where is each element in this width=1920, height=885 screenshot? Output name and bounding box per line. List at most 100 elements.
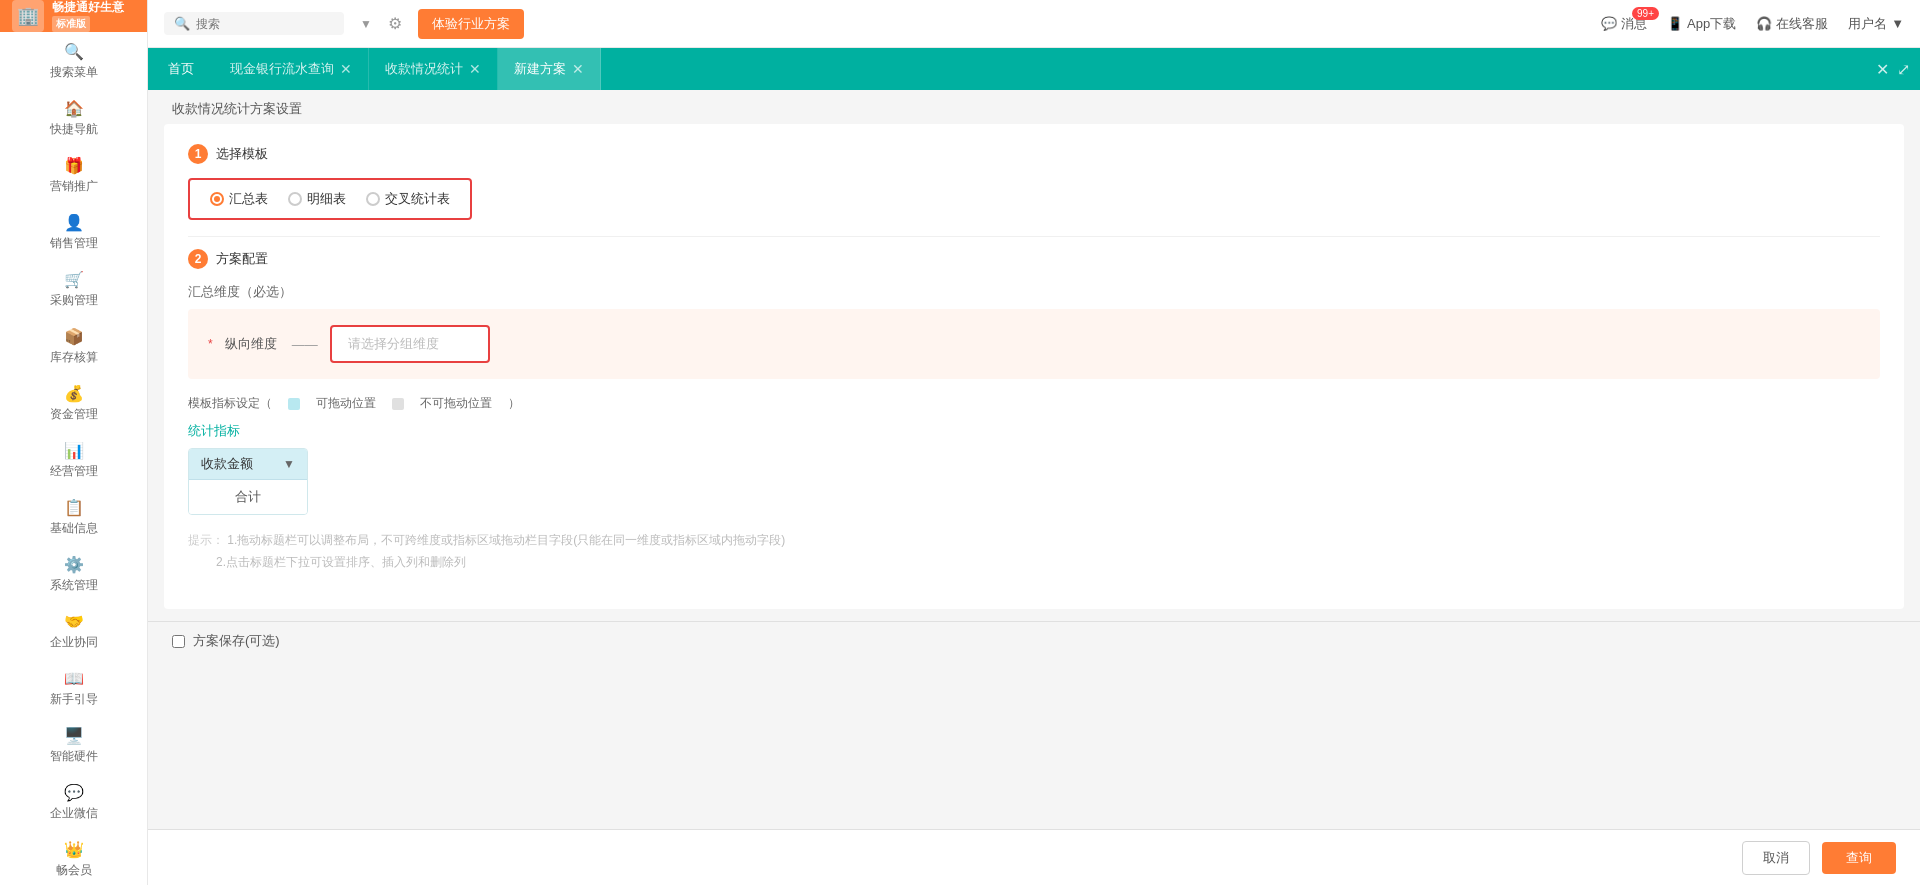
step1-section: 1 选择模板 汇总表 明细表 xyxy=(188,144,1880,220)
logo-text: 畅捷通好生意 xyxy=(52,0,124,14)
tab-bank-flow[interactable]: 现金银行流水查询 ✕ xyxy=(214,48,369,90)
sidebar-item-label: 企业协同 xyxy=(50,634,98,651)
user-name: 用户名 xyxy=(1848,15,1887,33)
sidebar-item-marketing[interactable]: 🎁 营销推广 xyxy=(0,146,147,203)
expand-icon[interactable]: ⤢ xyxy=(1897,60,1910,79)
tab-home-label: 首页 xyxy=(168,60,194,78)
dim-arrow: —— xyxy=(292,337,318,352)
tab-home[interactable]: 首页 xyxy=(148,48,214,90)
tab-new-plan-label: 新建方案 xyxy=(514,60,566,78)
sidebar-item-cooperation[interactable]: 🤝 企业协同 xyxy=(0,602,147,659)
fixed-legend-dot xyxy=(392,398,404,410)
nav-tabs: 首页 现金银行流水查询 ✕ 收款情况统计 ✕ 新建方案 ✕ ✕ ⤢ xyxy=(148,48,1920,90)
sidebar-item-label: 新手引导 xyxy=(50,691,98,708)
metrics-cell: 合计 xyxy=(189,480,307,514)
message-icon: 💬 xyxy=(1601,16,1617,31)
sidebar-item-label: 畅会员 xyxy=(56,862,92,879)
download-label: App下载 xyxy=(1687,15,1736,33)
sidebar-item-search-menu[interactable]: 🔍 搜索菜单 xyxy=(0,32,147,89)
cooperation-icon: 🤝 xyxy=(64,612,84,631)
sidebar-item-purchase[interactable]: 🛒 采购管理 xyxy=(0,260,147,317)
draggable-legend-dot xyxy=(288,398,300,410)
download-icon: 📱 xyxy=(1667,16,1683,31)
message-item[interactable]: 💬 消息 99+ xyxy=(1601,15,1647,33)
dimension-area: * 纵向维度 —— 请选择分组维度 xyxy=(188,309,1880,379)
sidebar-item-label: 采购管理 xyxy=(50,292,98,309)
user-caret-icon: ▼ xyxy=(1891,16,1904,31)
sidebar-item-label: 搜索菜单 xyxy=(50,64,98,81)
sidebar-item-member[interactable]: 👑 畅会员 xyxy=(0,830,147,885)
sidebar-logo: 🏢 畅捷通好生意 标准版 xyxy=(0,0,147,32)
sidebar-item-label: 基础信息 xyxy=(50,520,98,537)
message-badge: 99+ xyxy=(1632,7,1659,20)
metrics-settings-label: 模板指标设定（ xyxy=(188,395,272,412)
sidebar-item-label: 快捷导航 xyxy=(50,121,98,138)
purchase-icon: 🛒 xyxy=(64,270,84,289)
template-select-box: 汇总表 明细表 交叉统计表 xyxy=(188,178,472,220)
dim-label: 纵向维度 xyxy=(225,335,280,353)
service-icon: 🎧 xyxy=(1756,16,1772,31)
search-icon: 🔍 xyxy=(174,16,190,31)
settings-card: 1 选择模板 汇总表 明细表 xyxy=(164,124,1904,609)
search-input[interactable] xyxy=(196,17,316,31)
step1-header: 1 选择模板 xyxy=(188,144,1880,164)
sidebar-item-wechat[interactable]: 💬 企业微信 xyxy=(0,773,147,830)
dim-input-box[interactable]: 请选择分组维度 xyxy=(330,325,490,363)
radio-cross[interactable]: 交叉统计表 xyxy=(366,190,450,208)
page-title: 收款情况统计方案设置 xyxy=(172,101,302,116)
trial-btn[interactable]: 体验行业方案 xyxy=(418,9,524,39)
step2-num: 2 xyxy=(188,249,208,269)
user-name-item[interactable]: 用户名 ▼ xyxy=(1848,15,1904,33)
cancel-button[interactable]: 取消 xyxy=(1742,841,1810,875)
gift-icon: 🎁 xyxy=(64,156,84,175)
service-label: 在线客服 xyxy=(1776,15,1828,33)
home-icon: 🏠 xyxy=(64,99,84,118)
gear-icon[interactable]: ⚙ xyxy=(388,14,402,33)
tab-new-plan[interactable]: 新建方案 ✕ xyxy=(498,48,601,90)
radio-summary-circle xyxy=(210,192,224,206)
sidebar-item-finance[interactable]: 💰 资金管理 xyxy=(0,374,147,431)
close-window-icon[interactable]: ✕ xyxy=(1876,60,1889,79)
metrics-header-label: 收款金额 xyxy=(201,455,253,473)
service-item[interactable]: 🎧 在线客服 xyxy=(1756,15,1828,33)
tab-receipt-stats[interactable]: 收款情况统计 ✕ xyxy=(369,48,498,90)
sidebar-item-label: 库存核算 xyxy=(50,349,98,366)
radio-detail[interactable]: 明细表 xyxy=(288,190,346,208)
sidebar-item-operations[interactable]: 📊 经营管理 xyxy=(0,431,147,488)
search-caret-icon[interactable]: ▼ xyxy=(360,17,372,31)
sidebar-item-quick-nav[interactable]: 🏠 快捷导航 xyxy=(0,89,147,146)
basic-icon: 📋 xyxy=(64,498,84,517)
inventory-icon: 📦 xyxy=(64,327,84,346)
query-button[interactable]: 查询 xyxy=(1822,842,1896,874)
fixed-legend-label: 不可拖动位置 xyxy=(420,395,492,412)
divider1 xyxy=(188,236,1880,237)
dimension-label: 汇总维度（必选） xyxy=(188,283,1880,301)
page-content: 收款情况统计方案设置 1 选择模板 汇总表 xyxy=(148,90,1920,829)
sidebar-item-basic-info[interactable]: 📋 基础信息 xyxy=(0,488,147,545)
search-box[interactable]: 🔍 xyxy=(164,12,344,35)
sidebar-item-sales[interactable]: 👤 销售管理 xyxy=(0,203,147,260)
radio-summary-label: 汇总表 xyxy=(229,190,268,208)
radio-detail-circle xyxy=(288,192,302,206)
download-item[interactable]: 📱 App下载 xyxy=(1667,15,1736,33)
legend-close: ） xyxy=(508,395,520,412)
tab-new-plan-close[interactable]: ✕ xyxy=(572,62,584,76)
metrics-header[interactable]: 收款金额 ▼ xyxy=(189,449,307,480)
save-checkbox[interactable] xyxy=(172,635,185,648)
metrics-legend: 模板指标设定（ 可拖动位置 不可拖动位置 ） xyxy=(188,395,1880,412)
radio-summary[interactable]: 汇总表 xyxy=(210,190,268,208)
metrics-caret-icon[interactable]: ▼ xyxy=(283,457,295,471)
metrics-section: 模板指标设定（ 可拖动位置 不可拖动位置 ） 统计指标 收款金额 ▼ 合计 xyxy=(188,395,1880,518)
step1-num: 1 xyxy=(188,144,208,164)
dim-placeholder: 请选择分组维度 xyxy=(348,336,439,351)
sidebar-item-label: 系统管理 xyxy=(50,577,98,594)
sidebar-item-hardware[interactable]: 🖥️ 智能硬件 xyxy=(0,716,147,773)
sidebar-item-inventory[interactable]: 📦 库存核算 xyxy=(0,317,147,374)
top-header: 🔍 ▼ ⚙ 体验行业方案 💬 消息 99+ 📱 App下载 🎧 在线客服 用户名… xyxy=(148,0,1920,48)
guide-icon: 📖 xyxy=(64,669,84,688)
sidebar-item-system[interactable]: ⚙️ 系统管理 xyxy=(0,545,147,602)
tips-section: 提示： 1.拖动标题栏可以调整布局，不可跨维度或指标区域拖动栏目字段(只能在同一… xyxy=(188,530,1880,573)
tab-bank-flow-close[interactable]: ✕ xyxy=(340,62,352,76)
sidebar-item-guide[interactable]: 📖 新手引导 xyxy=(0,659,147,716)
tab-receipt-stats-close[interactable]: ✕ xyxy=(469,62,481,76)
